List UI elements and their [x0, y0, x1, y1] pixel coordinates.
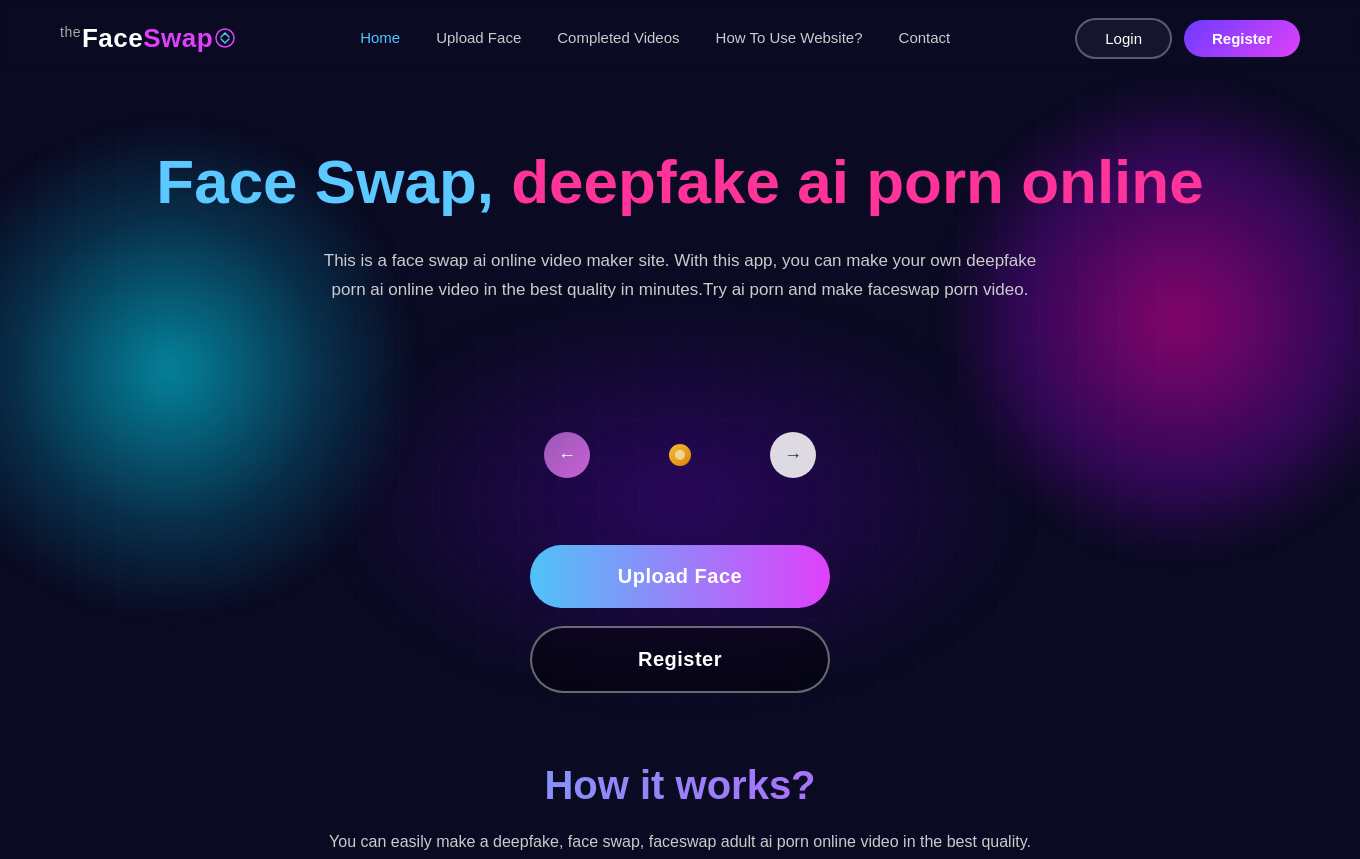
- carousel-next-button[interactable]: →: [770, 432, 816, 478]
- logo-face: Face: [82, 23, 143, 53]
- nav-link-home[interactable]: Home: [360, 29, 400, 46]
- hero-title: Face Swap, deepfake ai porn online: [100, 146, 1260, 217]
- nav-item-completed-videos[interactable]: Completed Videos: [557, 29, 679, 47]
- nav-link-completed-videos[interactable]: Completed Videos: [557, 29, 679, 46]
- logo-icon: [215, 28, 235, 48]
- register-main-button[interactable]: Register: [530, 626, 830, 693]
- how-it-works-section: How it works? You can easily make a deep…: [0, 743, 1360, 859]
- carousel-center: [590, 444, 770, 466]
- navbar: theFaceSwap Home Upload Face Completed V…: [0, 0, 1360, 76]
- how-title: How it works?: [100, 763, 1260, 808]
- carousel-dot: [669, 444, 691, 466]
- nav-link-how-to-use[interactable]: How To Use Website?: [716, 29, 863, 46]
- carousel-dot-inner: [675, 450, 685, 460]
- nav-item-home[interactable]: Home: [360, 29, 400, 47]
- login-button[interactable]: Login: [1075, 18, 1172, 59]
- nav-links: Home Upload Face Completed Videos How To…: [360, 29, 950, 47]
- hero-title-part1: Face Swap,: [156, 147, 494, 216]
- hero-title-part2: deepfake ai porn online: [511, 147, 1203, 216]
- nav-link-contact[interactable]: Contact: [899, 29, 951, 46]
- how-description: You can easily make a deepfake, face swa…: [270, 828, 1090, 855]
- carousel-prev-button[interactable]: ←: [544, 432, 590, 478]
- logo-the: the: [60, 24, 81, 40]
- nav-link-upload-face[interactable]: Upload Face: [436, 29, 521, 46]
- cta-section: Upload Face Register: [0, 545, 1360, 693]
- carousel: ← →: [0, 395, 1360, 515]
- logo-swap: Swap: [143, 23, 213, 53]
- nav-buttons: Login Register: [1075, 18, 1300, 59]
- register-button[interactable]: Register: [1184, 20, 1300, 57]
- nav-item-how-to-use[interactable]: How To Use Website?: [716, 29, 863, 47]
- svg-point-0: [216, 29, 234, 47]
- logo[interactable]: theFaceSwap: [60, 23, 235, 54]
- hero-description: This is a face swap ai online video make…: [310, 247, 1050, 305]
- hero-section: Face Swap, deepfake ai porn online This …: [0, 76, 1360, 395]
- upload-face-button[interactable]: Upload Face: [530, 545, 830, 608]
- nav-item-upload-face[interactable]: Upload Face: [436, 29, 521, 47]
- nav-item-contact[interactable]: Contact: [899, 29, 951, 47]
